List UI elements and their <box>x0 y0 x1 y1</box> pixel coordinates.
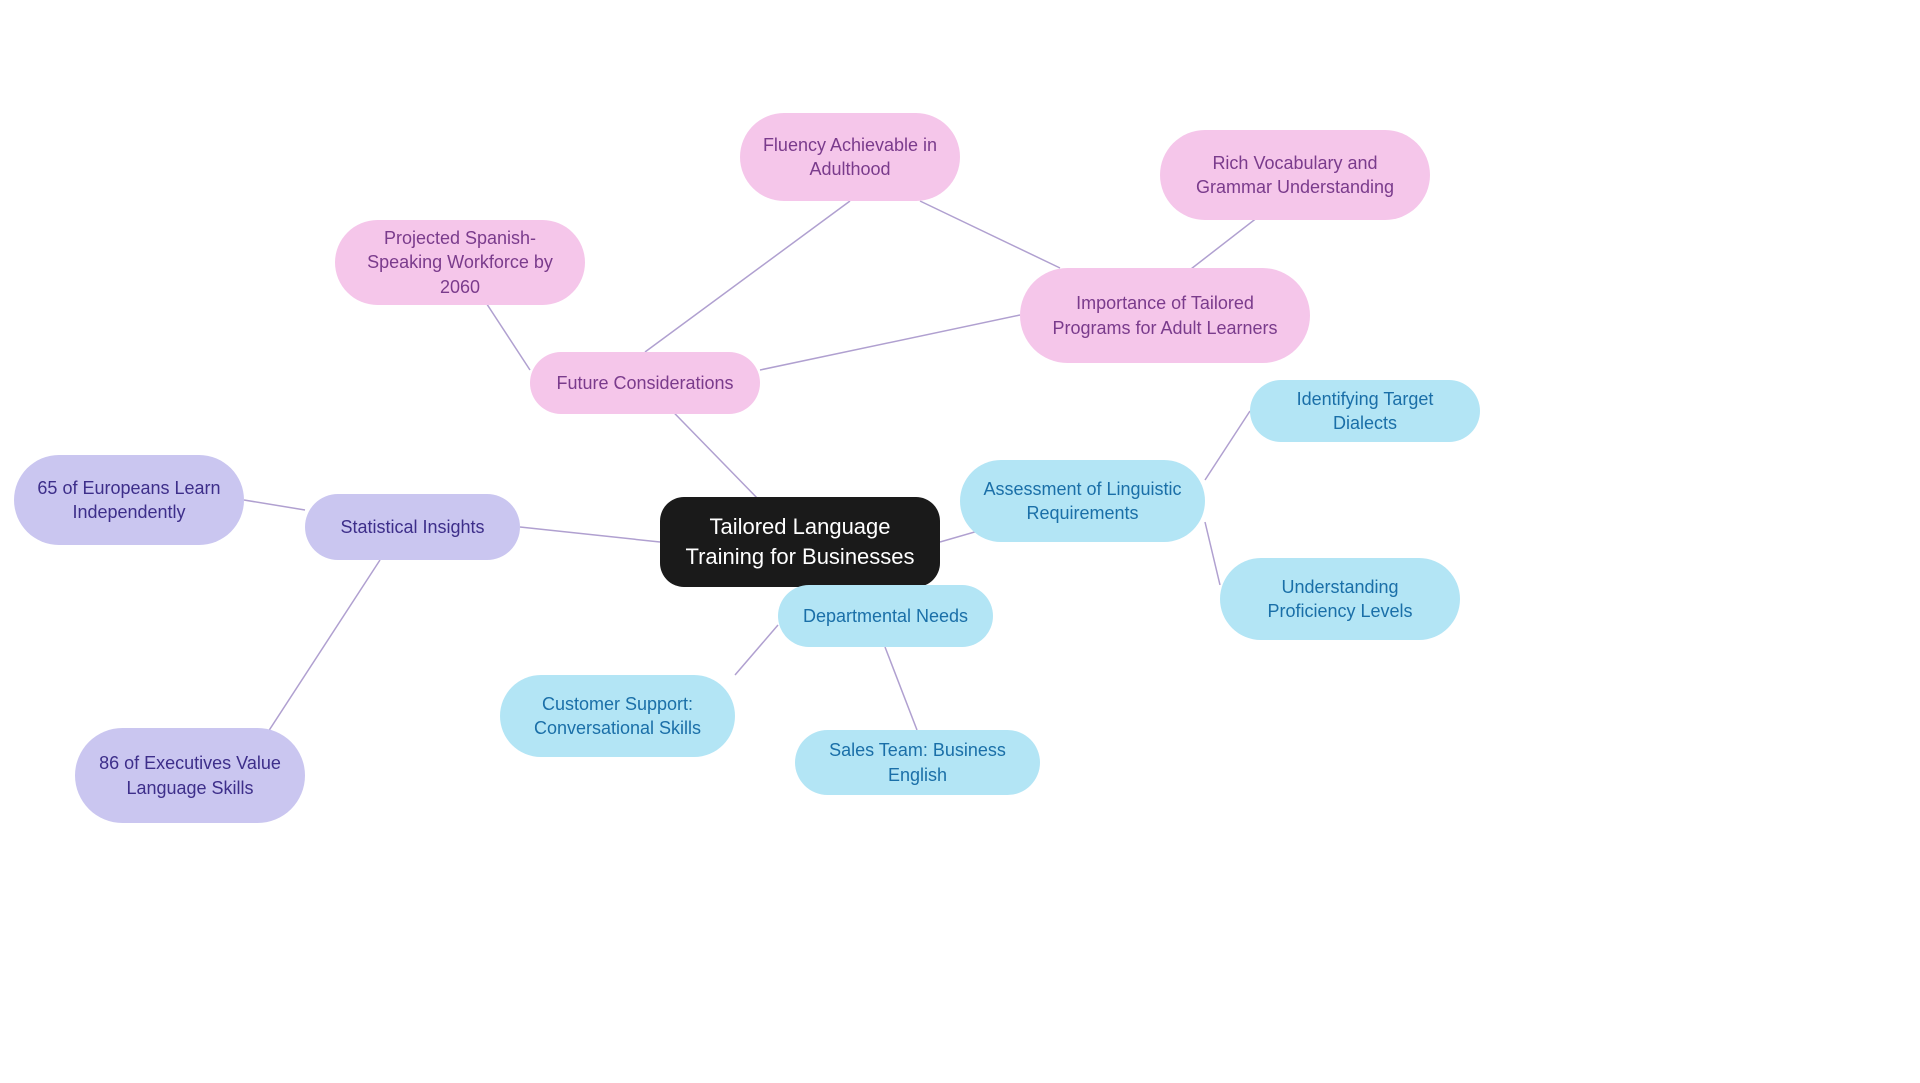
sales-team-node: Sales Team: Business English <box>795 730 1040 795</box>
departmental-needs-node: Departmental Needs <box>778 585 993 647</box>
tailored-programs-node: Importance of Tailored Programs for Adul… <box>1020 268 1310 363</box>
statistical-insights-node: Statistical Insights <box>305 494 520 560</box>
future-considerations-node: Future Considerations <box>530 352 760 414</box>
customer-support-node: Customer Support: Conversational Skills <box>500 675 735 757</box>
center-node: Tailored Language Training for Businesse… <box>660 497 940 587</box>
rich-vocabulary-node: Rich Vocabulary and Grammar Understandin… <box>1160 130 1430 220</box>
europeans-node: 65 of Europeans Learn Independently <box>14 455 244 545</box>
executives-node: 86 of Executives Value Language Skills <box>75 728 305 823</box>
assessment-linguistic-node: Assessment of Linguistic Requirements <box>960 460 1205 542</box>
fluency-adulthood-node: Fluency Achievable in Adulthood <box>740 113 960 201</box>
identifying-dialects-node: Identifying Target Dialects <box>1250 380 1480 442</box>
understanding-proficiency-node: Understanding Proficiency Levels <box>1220 558 1460 640</box>
projected-spanish-node: Projected Spanish-Speaking Workforce by … <box>335 220 585 305</box>
